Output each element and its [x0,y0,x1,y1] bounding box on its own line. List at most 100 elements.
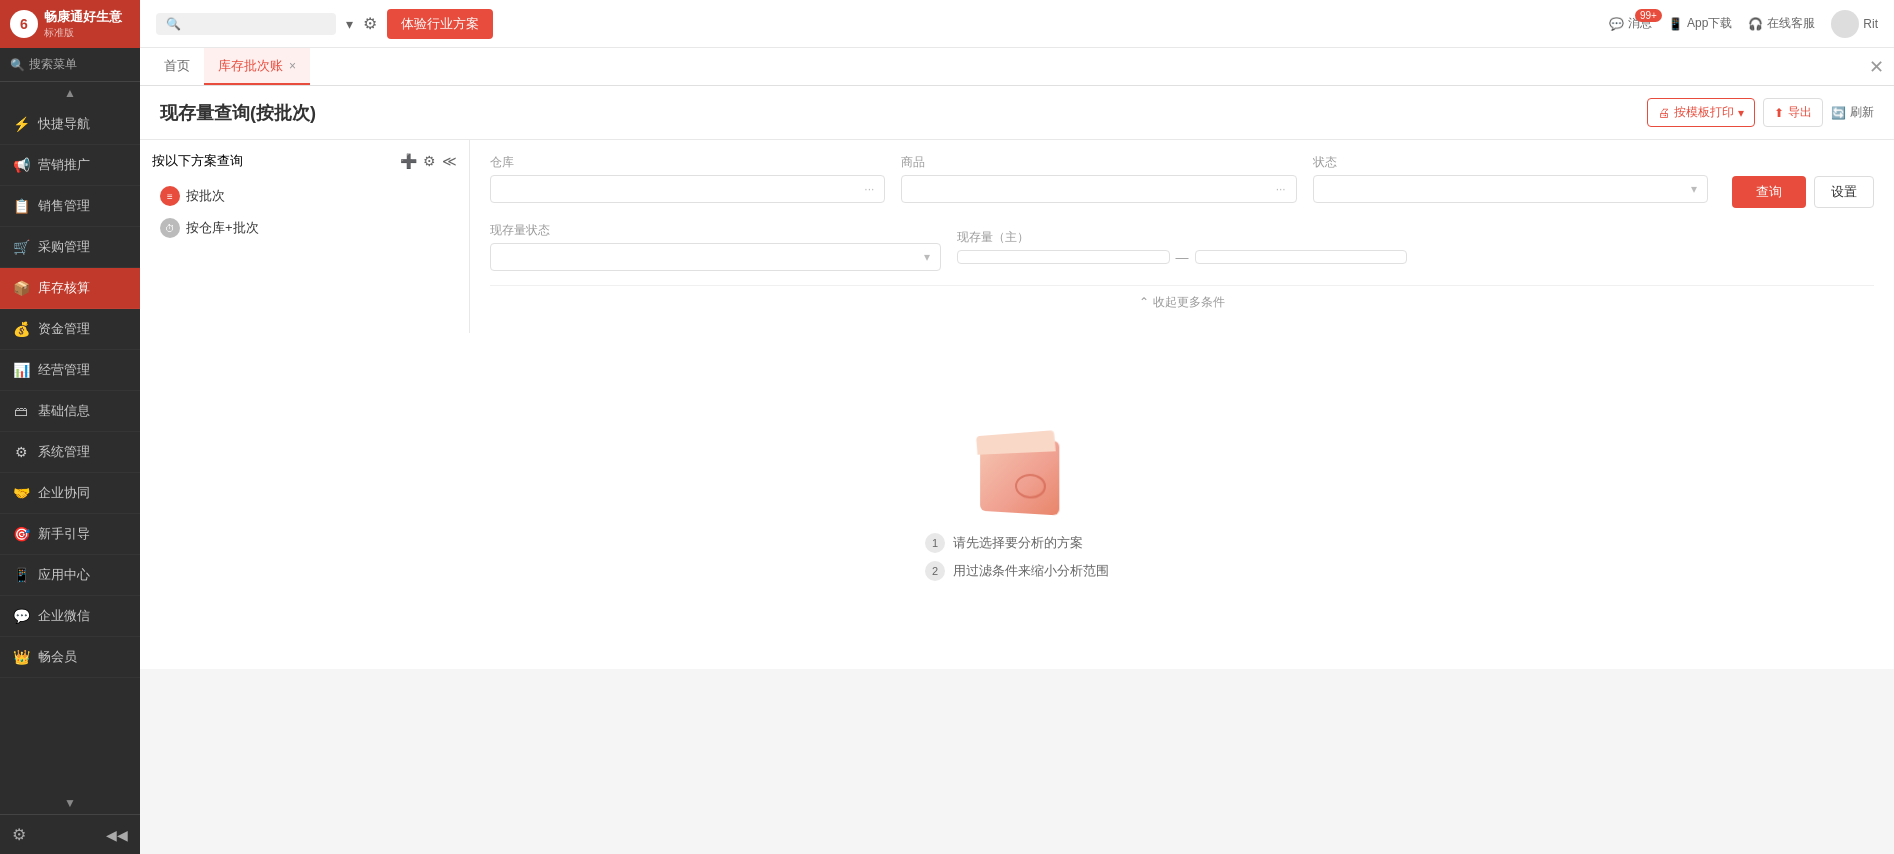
sidebar-label-inventory: 库存核算 [38,279,90,297]
sidebar-item-marketing[interactable]: 📢 营销推广 [0,145,140,186]
sidebar-item-weixin[interactable]: 💬 企业微信 [0,596,140,637]
export-btn[interactable]: ⬆ 导出 [1763,98,1823,127]
sidebar-footer: ⚙ ◀◀ [0,814,140,854]
sidebar-item-basic-info[interactable]: 🗃 基础信息 [0,391,140,432]
filter-row-2: 现存量状态 ▾ 现存量（主） — [490,222,1874,271]
status-label: 状态 [1313,154,1708,171]
product-input[interactable]: ··· [901,175,1296,203]
sidebar-settings-icon[interactable]: ⚙ [12,825,26,844]
sidebar-item-quick-nav[interactable]: ⚡ 快捷导航 [0,104,140,145]
collapse-plan-btn[interactable]: ≪ [442,153,457,169]
filter-plan-panel: 按以下方案查询 ➕ ⚙ ≪ ≡ 按批次 ⏱ [140,140,470,333]
message-btn[interactable]: 💬 消息 99+ [1609,15,1652,32]
filter-plan-header: 按以下方案查询 ➕ ⚙ ≪ [152,152,457,170]
app-center-icon: 📱 [12,567,30,583]
refresh-btn[interactable]: 🔄 刷新 [1831,104,1874,121]
sidebar-item-inventory[interactable]: 📦 库存核算 [0,268,140,309]
sidebar-search-label: 搜索菜单 [29,56,77,73]
sidebar-item-operations[interactable]: 📊 经营管理 [0,350,140,391]
sidebar-label-guide: 新手引导 [38,525,90,543]
query-btn[interactable]: 查询 [1732,176,1806,208]
user-avatar [1831,10,1859,38]
plan-label-batch: 按批次 [186,187,225,205]
experience-industry-btn[interactable]: 体验行业方案 [387,9,493,39]
sidebar-item-finance[interactable]: 💰 资金管理 [0,309,140,350]
message-icon: 💬 [1609,17,1624,31]
sidebar-item-guide[interactable]: 🎯 新手引导 [0,514,140,555]
search-icon: 🔍 [166,17,181,31]
plan-icon-red: ≡ [160,186,180,206]
member-icon: 👑 [12,649,30,665]
app-download-btn[interactable]: 📱 App下载 [1668,15,1732,32]
filter-section: 按以下方案查询 ➕ ⚙ ≪ ≡ 按批次 ⏱ [140,140,1894,333]
sidebar-item-sales[interactable]: 📋 销售管理 [0,186,140,227]
app-download-label: App下载 [1687,15,1732,32]
sidebar-label-sales: 销售管理 [38,197,90,215]
warehouse-input[interactable]: ··· [490,175,885,203]
product-more-icon[interactable]: ··· [1276,182,1286,196]
sidebar-nav: ⚡ 快捷导航 📢 营销推广 📋 销售管理 🛒 采购管理 📦 库存核算 💰 资金管… [0,104,140,792]
filter-field-stock-qty: 现存量（主） — [957,229,1408,265]
warehouse-more-icon[interactable]: ··· [864,182,874,196]
empty-step-2: 2 用过滤条件来缩小分析范围 [925,561,1109,581]
sidebar-item-system[interactable]: ⚙ 系统管理 [0,432,140,473]
sidebar-search-bar[interactable]: 🔍 搜索菜单 [0,48,140,82]
sidebar-label-marketing: 营销推广 [38,156,90,174]
stock-status-label: 现存量状态 [490,222,941,239]
online-service-label: 在线客服 [1767,15,1815,32]
refresh-icon: 🔄 [1831,106,1846,120]
sidebar-item-purchase[interactable]: 🛒 采购管理 [0,227,140,268]
sidebar-scroll-down[interactable]: ▼ [0,792,140,814]
print-dropdown-icon: ▾ [1738,106,1744,120]
plan-item-batch[interactable]: ≡ 按批次 [152,180,457,212]
header-right: 💬 消息 99+ 📱 App下载 🎧 在线客服 Rit [1609,10,1878,38]
online-service-btn[interactable]: 🎧 在线客服 [1748,15,1815,32]
warehouse-batch-icon: ⏱ [165,223,175,234]
sidebar-collapse-btn[interactable]: ◀◀ [106,827,128,843]
filter-row-1: 仓库 ··· 商品 ··· 状态 [490,154,1874,208]
sales-icon: 📋 [12,198,30,214]
filter-plan-actions: ➕ ⚙ ≪ [400,153,457,169]
print-template-btn[interactable]: 🖨 按模板打印 ▾ [1647,98,1755,127]
user-profile-btn[interactable]: Rit [1831,10,1878,38]
collapse-label: 收起更多条件 [1153,295,1225,309]
plan-item-warehouse-batch[interactable]: ⏱ 按仓库+批次 [152,212,457,244]
settings-plan-btn[interactable]: ⚙ [423,153,436,169]
sidebar: 6 畅康通好生意 标准版 🔍 搜索菜单 ▲ ⚡ 快捷导航 📢 营销推广 📋 销售… [0,0,140,854]
search-dropdown-btn[interactable]: ▾ [346,16,353,32]
tab-close-icon[interactable]: × [289,59,296,73]
plan-label-warehouse-batch: 按仓库+批次 [186,219,259,237]
sidebar-item-enterprise[interactable]: 🤝 企业协同 [0,473,140,514]
sidebar-item-app-center[interactable]: 📱 应用中心 [0,555,140,596]
sidebar-scroll-up[interactable]: ▲ [0,82,140,104]
add-plan-btn[interactable]: ➕ [400,153,417,169]
export-icon: ⬆ [1774,106,1784,120]
stock-qty-to-input[interactable] [1195,250,1408,264]
step-2-text: 用过滤条件来缩小分析范围 [953,562,1109,580]
sidebar-item-member[interactable]: 👑 畅会员 [0,637,140,678]
filter-plan-title: 按以下方案查询 [152,152,243,170]
status-select[interactable]: ▾ [1313,175,1708,203]
stock-status-select[interactable]: ▾ [490,243,941,271]
tab-bar: 首页 库存批次账 × ✕ [140,48,1894,86]
main-area: 🔍 ▾ ⚙ 体验行业方案 💬 消息 99+ 📱 App下载 🎧 在线客服 Rit [140,0,1894,854]
tab-home[interactable]: 首页 [150,48,204,85]
tab-inventory-batch[interactable]: 库存批次账 × [204,48,310,85]
page-header: 现存量查询(按批次) 🖨 按模板打印 ▾ ⬆ 导出 🔄 刷新 [140,86,1894,140]
top-settings-btn[interactable]: ⚙ [363,14,377,33]
product-label: 商品 [901,154,1296,171]
sidebar-label-system: 系统管理 [38,443,90,461]
stock-qty-label: 现存量（主） [957,229,1408,246]
collapse-more-btn[interactable]: ⌃ 收起更多条件 [490,285,1874,319]
filter-field-stock-status: 现存量状态 ▾ [490,222,941,271]
status-select-arrow: ▾ [1691,182,1697,196]
filter-field-warehouse: 仓库 ··· [490,154,885,203]
settings-config-btn[interactable]: 设置 [1814,176,1874,208]
step-1-num: 1 [925,533,945,553]
top-search-bar[interactable]: 🔍 [156,13,336,35]
search-icon: 🔍 [10,58,25,72]
stock-qty-from-input[interactable] [957,250,1170,264]
app-download-icon: 📱 [1668,17,1683,31]
sidebar-label-app-center: 应用中心 [38,566,90,584]
tab-close-right-btn[interactable]: ✕ [1869,56,1884,78]
